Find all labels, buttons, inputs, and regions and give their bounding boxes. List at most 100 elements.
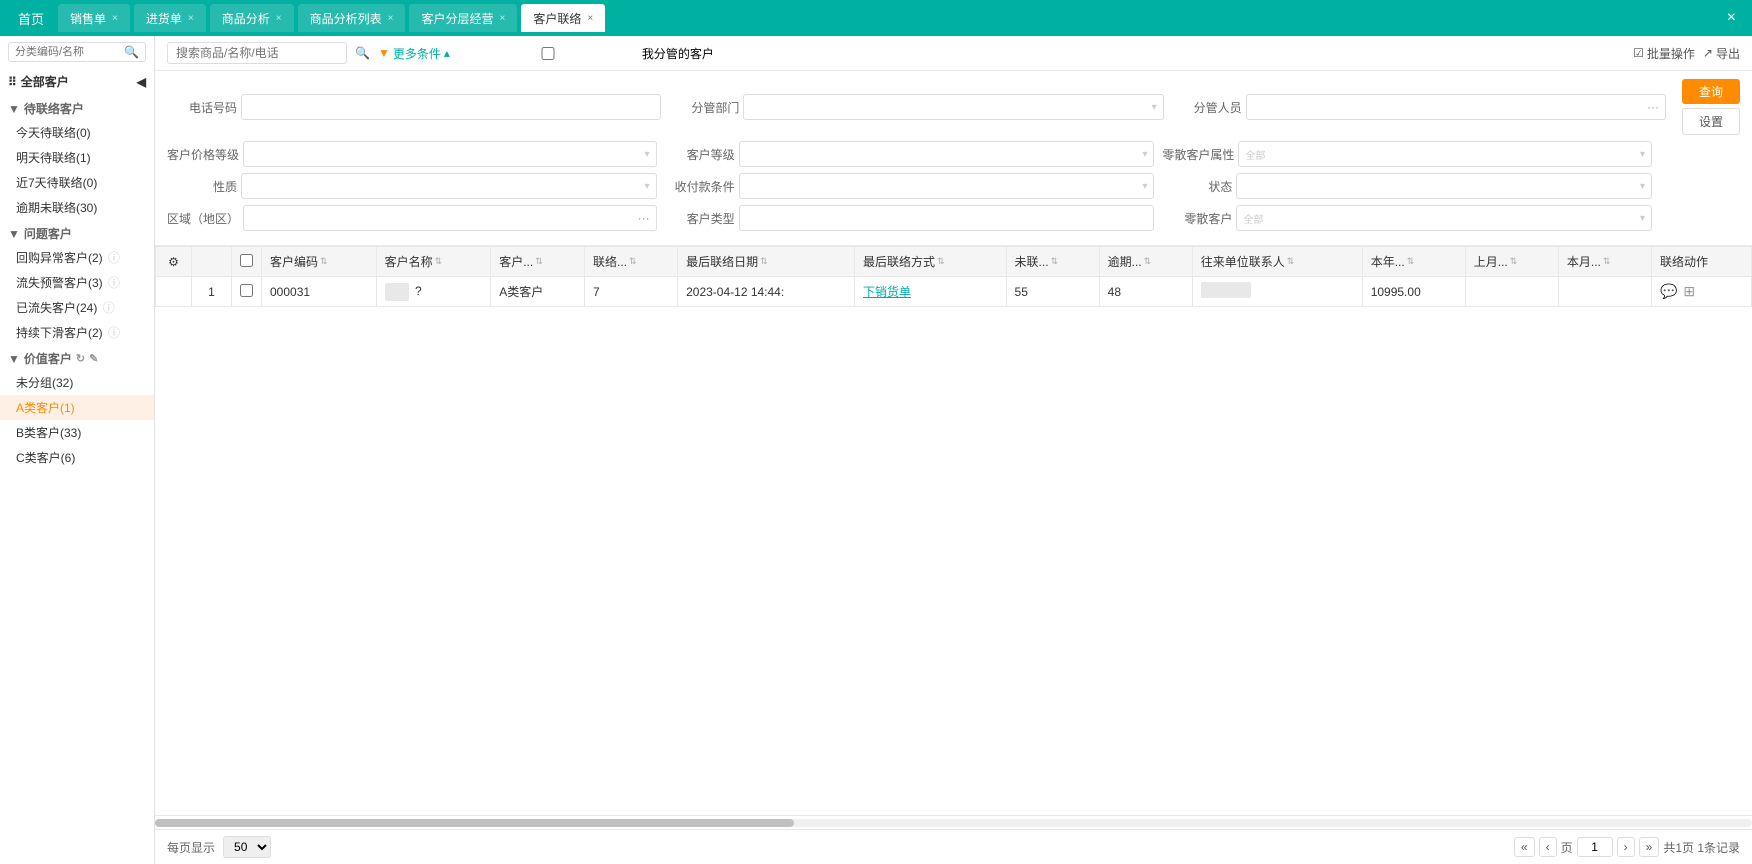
tab-customer-contact[interactable]: 客户联络 × bbox=[521, 4, 605, 32]
sort-this-month-icon[interactable]: ⇅ bbox=[1603, 256, 1611, 267]
expand-icon: ▼ bbox=[8, 102, 20, 116]
sort-grade-icon[interactable]: ⇅ bbox=[535, 256, 543, 267]
phone-input[interactable] bbox=[241, 94, 661, 120]
sort-overdue-icon[interactable]: ⇅ bbox=[1144, 256, 1152, 267]
retail-customer-label: 零散客户 bbox=[1162, 210, 1232, 227]
scrollbar-thumb[interactable] bbox=[155, 819, 794, 827]
close-window-button[interactable]: × bbox=[1719, 9, 1744, 27]
sort-company-contact-icon[interactable]: ⇅ bbox=[1287, 256, 1295, 267]
close-tab-customer-contact[interactable]: × bbox=[587, 13, 593, 24]
th-setting[interactable]: ⚙ bbox=[156, 247, 192, 277]
horizontal-scrollbar[interactable] bbox=[155, 815, 1752, 829]
th-check[interactable] bbox=[232, 247, 262, 277]
th-name: 客户名称⇅ bbox=[376, 247, 491, 277]
query-button[interactable]: 查询 bbox=[1682, 79, 1740, 104]
setting-button[interactable]: 设置 bbox=[1682, 108, 1740, 135]
row-last-method[interactable]: 下销货单 bbox=[855, 277, 1007, 307]
sidebar-search-input[interactable] bbox=[15, 46, 120, 58]
top-navigation: 首页 销售单 × 进货单 × 商品分析 × 商品分析列表 × 客户分层经营 × … bbox=[0, 0, 1752, 36]
grid-action-icon[interactable]: ⊞ bbox=[1683, 283, 1695, 300]
dept-select[interactable]: ▾ bbox=[743, 94, 1163, 120]
close-tab-product-analysis[interactable]: × bbox=[276, 13, 282, 24]
chat-action-icon[interactable]: 💬 bbox=[1660, 283, 1677, 300]
price-grade-select[interactable]: ▾ bbox=[243, 141, 657, 167]
retail-attr-select[interactable]: 全部▾ bbox=[1238, 141, 1652, 167]
all-customers-header[interactable]: ⠿ 全部客户 ◀ bbox=[0, 68, 154, 95]
next-page-button[interactable]: › bbox=[1617, 837, 1635, 857]
more-conditions-button[interactable]: ▼ 更多条件 ▴ bbox=[378, 45, 450, 62]
info-icon: ⓘ bbox=[108, 251, 120, 265]
sidebar-item-b-class[interactable]: B类客户(33) bbox=[0, 420, 154, 445]
dots-icon[interactable]: ··· bbox=[1647, 100, 1659, 114]
th-contact: 联络...⇅ bbox=[585, 247, 678, 277]
sidebar-item-c-class[interactable]: C类客户(6) bbox=[0, 445, 154, 470]
sidebar-item-declining[interactable]: 持续下滑客户(2) ⓘ bbox=[0, 320, 154, 345]
prev-page-button[interactable]: ‹ bbox=[1539, 837, 1557, 857]
tab-purchase-order[interactable]: 进货单 × bbox=[134, 4, 206, 32]
filter-retail-customer: 零散客户 全部▾ bbox=[1162, 205, 1652, 231]
sidebar-item-week-contact[interactable]: 近7天待联络(0) bbox=[0, 170, 154, 195]
sort-last-date-icon[interactable]: ⇅ bbox=[760, 256, 768, 267]
retail-customer-select[interactable]: 全部▾ bbox=[1236, 205, 1652, 231]
sort-code-icon[interactable]: ⇅ bbox=[320, 256, 328, 267]
tab-product-analysis[interactable]: 商品分析 × bbox=[210, 4, 294, 32]
nature-select[interactable]: ▾ bbox=[241, 173, 657, 199]
sort-name-icon[interactable]: ⇅ bbox=[435, 256, 443, 267]
select-all-checkbox[interactable] bbox=[240, 254, 253, 267]
sort-last-month-icon[interactable]: ⇅ bbox=[1510, 256, 1518, 267]
sidebar-item-a-class[interactable]: A类客户(1) bbox=[0, 395, 154, 420]
first-page-button[interactable]: « bbox=[1514, 837, 1535, 857]
row-code[interactable]: 000031 bbox=[262, 277, 377, 307]
sort-this-year-icon[interactable]: ⇅ bbox=[1407, 256, 1415, 267]
sidebar-item-churned[interactable]: 已流失客户(24) ⓘ bbox=[0, 295, 154, 320]
sidebar-item-churn-warning[interactable]: 流失预警客户(3) ⓘ bbox=[0, 270, 154, 295]
sort-no-contact-icon[interactable]: ⇅ bbox=[1051, 256, 1059, 267]
region-input[interactable]: ··· bbox=[243, 205, 657, 231]
payment-select[interactable]: ▾ bbox=[739, 173, 1155, 199]
staff-input[interactable]: ··· bbox=[1246, 94, 1666, 120]
per-page-select[interactable]: 50 bbox=[223, 836, 271, 858]
close-tab-product-analysis-list[interactable]: × bbox=[388, 13, 394, 24]
row-check[interactable] bbox=[232, 277, 262, 307]
sidebar-search-icon: 🔍 bbox=[124, 45, 139, 59]
scrollbar-track[interactable] bbox=[155, 819, 1752, 827]
customer-grade-select[interactable]: ▾ bbox=[739, 141, 1155, 167]
filter-region: 区域（地区） ··· bbox=[167, 205, 657, 231]
current-page-input[interactable] bbox=[1577, 837, 1613, 857]
edit-icon[interactable]: ✎ bbox=[89, 352, 98, 365]
sidebar-item-overdue-contact[interactable]: 逾期未联络(30) bbox=[0, 195, 154, 220]
sort-last-method-icon[interactable]: ⇅ bbox=[937, 256, 945, 267]
tab-customer-segmentation[interactable]: 客户分层经营 × bbox=[409, 4, 517, 32]
settings-icon[interactable]: ⚙ bbox=[168, 255, 179, 269]
sidebar-item-tomorrow-contact[interactable]: 明天待联络(1) bbox=[0, 145, 154, 170]
sidebar-search-box[interactable]: 🔍 bbox=[8, 42, 146, 62]
close-tab-customer-segmentation[interactable]: × bbox=[499, 13, 505, 24]
sidebar-item-today-contact[interactable]: 今天待联络(0) bbox=[0, 120, 154, 145]
region-dots-icon[interactable]: ··· bbox=[638, 211, 650, 225]
th-this-year: 本年...⇅ bbox=[1362, 247, 1465, 277]
refresh-icon[interactable]: ↻ bbox=[76, 352, 85, 365]
close-tab-purchase-order[interactable]: × bbox=[188, 13, 194, 24]
sort-contact-icon[interactable]: ⇅ bbox=[629, 256, 637, 267]
price-grade-label: 客户价格等级 bbox=[167, 146, 239, 163]
bulk-ops-button[interactable]: ☑ 批量操作 bbox=[1633, 45, 1695, 62]
collapse-sidebar-icon[interactable]: ◀ bbox=[137, 75, 146, 89]
my-customers-checkbox-label[interactable]: 我分管的客户 bbox=[458, 45, 714, 62]
search-input[interactable] bbox=[167, 42, 347, 64]
export-button[interactable]: ↗ 导出 bbox=[1703, 45, 1740, 62]
bottom-bar: 每页显示 50 « ‹ 页 › » 共1页 1条记录 bbox=[155, 829, 1752, 864]
tab-sales-order[interactable]: 销售单 × bbox=[58, 4, 130, 32]
search-button[interactable]: 🔍 bbox=[355, 46, 370, 60]
customer-type-input[interactable] bbox=[739, 205, 1155, 231]
sidebar-item-abnormal[interactable]: 回购异常客户(2) ⓘ bbox=[0, 245, 154, 270]
sidebar-item-unclassified[interactable]: 未分组(32) bbox=[0, 370, 154, 395]
last-method-link[interactable]: 下销货单 bbox=[863, 285, 911, 299]
tab-product-analysis-list[interactable]: 商品分析列表 × bbox=[298, 4, 406, 32]
status-select[interactable]: ▾ bbox=[1236, 173, 1652, 199]
last-page-button[interactable]: » bbox=[1639, 837, 1660, 857]
row-checkbox[interactable] bbox=[240, 284, 253, 297]
filter-dept: 分管部门 ▾ bbox=[669, 94, 1163, 120]
my-customers-checkbox[interactable] bbox=[458, 47, 638, 60]
close-tab-sales-order[interactable]: × bbox=[112, 13, 118, 24]
home-tab[interactable]: 首页 bbox=[8, 9, 54, 28]
